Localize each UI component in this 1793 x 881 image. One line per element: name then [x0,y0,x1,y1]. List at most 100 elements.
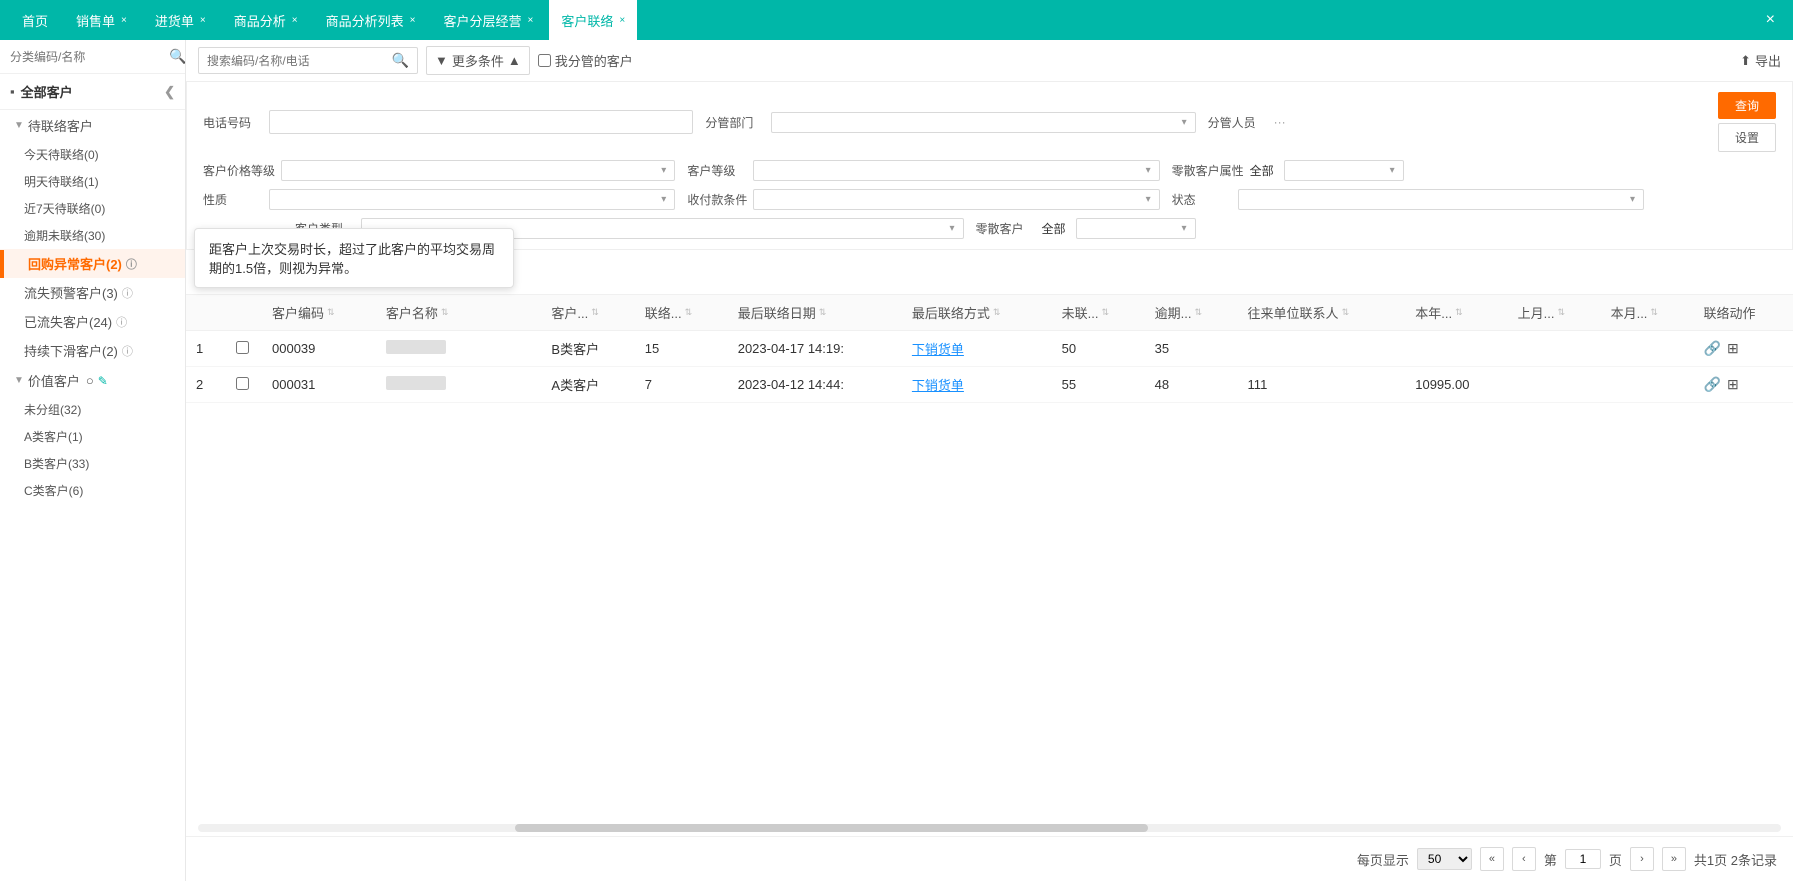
cell-checkbox-0[interactable] [226,331,262,367]
sidebar-all-customers[interactable]: ▪ 全部客户 ❮ [0,74,185,110]
nav-close-product-analysis-list[interactable]: × [410,15,416,26]
filter-retail-customer: 零散客户 全部 ▾ [976,218,1645,239]
filter-select-dept[interactable]: ▾ [771,112,1195,133]
nav-purchase[interactable]: 进货单 × [143,0,218,40]
cell-overdue-0: 35 [1145,331,1238,367]
nav-close-purchase[interactable]: × [200,15,206,26]
nav-close-product-analysis[interactable]: × [292,15,298,26]
sidebar-collapse-icon[interactable]: ❮ [164,84,175,100]
nav-product-analysis[interactable]: 商品分析 × [222,0,310,40]
sort-uncontacted[interactable]: ⇅ [1101,307,1109,318]
table-header-row: 客户编码 ⇅ 客户名称 ⇅ [186,295,1793,331]
sort-type[interactable]: ⇅ [591,307,599,318]
sort-last-month[interactable]: ⇅ [1557,307,1565,318]
setting-button[interactable]: 设置 [1718,123,1776,152]
chevron-up-icon: ▲ [508,53,521,68]
scrollbar-thumb[interactable] [515,824,1148,832]
filter-select-status[interactable]: ▾ [1238,189,1644,210]
filter-bar: 🔍 ▼ 更多条件 ▲ 我分管的客户 ⬆ 导出 [186,40,1793,82]
sidebar-item-class-b[interactable]: B类客户(33) [0,450,185,477]
search-input[interactable] [207,54,388,68]
my-customer-checkbox-container[interactable]: 我分管的客户 [538,51,633,70]
table-wrapper[interactable]: 客户编码 ⇅ 客户名称 ⇅ [186,295,1793,820]
action-icon-link-0[interactable]: 🔗 [1704,340,1721,357]
sidebar-search-icon[interactable]: 🔍 [169,48,186,65]
nav-customer-segment[interactable]: 客户分层经营 × [431,0,545,40]
nav-sales[interactable]: 销售单 × [64,0,139,40]
next-page-button[interactable]: › [1630,847,1654,871]
filter-select-customer-level[interactable]: ▾ [753,160,1159,181]
cell-last-method-0[interactable]: 下销货单 [902,331,1052,367]
cell-checkbox-1[interactable] [226,367,262,403]
filter-label-price-level: 客户价格等级 [203,162,275,179]
sidebar-search-bar: 🔍 [0,40,185,74]
action-icon-grid-1[interactable]: ⊞ [1727,376,1739,393]
page-size-select[interactable]: 50 10 20 100 [1417,848,1472,870]
first-page-button[interactable]: « [1480,847,1504,871]
cell-last-method-1[interactable]: 下销货单 [902,367,1052,403]
th-name: 客户名称 ⇅ [376,295,542,331]
sidebar-item-class-c[interactable]: C类客户(6) [0,477,185,504]
filter-select-retail-customer[interactable]: ▾ [1076,218,1196,239]
nav-close-sales[interactable]: × [121,15,127,26]
nav-close-all[interactable]: × [1758,11,1783,29]
sort-this-month[interactable]: ⇅ [1650,307,1658,318]
sort-this-year[interactable]: ⇅ [1455,307,1463,318]
cell-name-0 [376,331,542,367]
export-button[interactable]: ⬆ 导出 [1740,51,1781,70]
sidebar-item-abnormal-repurchase[interactable]: 回购异常客户(2) ⓘ [0,249,185,278]
filter-select-retail-attr[interactable]: ▾ [1284,160,1404,181]
filter-select-price-level[interactable]: ▾ [281,160,675,181]
sort-overdue[interactable]: ⇅ [1194,307,1202,318]
filter-select-payment[interactable]: ▾ [753,189,1159,210]
sidebar-item-declining[interactable]: 持续下滑客户(2) ⓘ [0,336,185,365]
nav-close-customer-segment[interactable]: × [527,15,533,26]
sort-code[interactable]: ⇅ [327,307,335,318]
filter-phone: 电话号码 [203,110,693,134]
chevron-down-icon-dept: ▾ [1182,117,1187,128]
sort-unit-contact[interactable]: ⇅ [1342,307,1350,318]
sidebar-item-today[interactable]: 今天待联络(0) [0,141,185,168]
sidebar-item-churn-warning[interactable]: 流失预警客户(3) ⓘ [0,278,185,307]
filter-nature: 性质 ▾ [203,189,675,210]
chevron-down-icon-payment: ▾ [1146,194,1151,205]
filter-input-phone[interactable] [269,110,693,134]
sidebar-group-pending[interactable]: ▼ 待联络客户 [0,110,185,141]
sidebar-item-churned[interactable]: 已流失客户(24) ⓘ [0,307,185,336]
export-icon: ⬆ [1740,53,1751,69]
chevron-down-icon-level: ▾ [1146,165,1151,176]
nav-close-customer-contact[interactable]: × [619,15,625,26]
nav-product-analysis-list[interactable]: 商品分析列表 × [314,0,428,40]
query-button[interactable]: 查询 [1718,92,1776,119]
sidebar-item-overdue[interactable]: 逾期未联络(30) [0,222,185,249]
th-code: 客户编码 ⇅ [262,295,376,331]
nav-customer-contact[interactable]: 客户联络 × [549,0,637,40]
filter-dots-manager[interactable]: ··· [1274,115,1286,129]
row-checkbox-1[interactable] [236,377,249,390]
nav-home[interactable]: 首页 [10,0,60,40]
sidebar-item-class-a[interactable]: A类客户(1) [0,423,185,450]
filter-label-phone: 电话号码 [203,114,263,131]
horizontal-scrollbar[interactable] [198,824,1781,832]
sidebar-item-unclassified[interactable]: 未分组(32) [0,396,185,423]
page-number-input[interactable] [1565,849,1601,869]
action-icon-link-1[interactable]: 🔗 [1704,376,1721,393]
search-box: 🔍 [198,47,418,74]
prev-page-button[interactable]: ‹ [1512,847,1536,871]
row-checkbox-0[interactable] [236,341,249,354]
sort-last-method[interactable]: ⇅ [993,307,1001,318]
sidebar-item-7days[interactable]: 近7天待联络(0) [0,195,185,222]
sort-name[interactable]: ⇅ [441,307,449,318]
action-icon-grid-0[interactable]: ⊞ [1727,340,1739,357]
edit-icon-value[interactable]: ✎ [98,374,108,388]
sidebar-item-tomorrow[interactable]: 明天待联络(1) [0,168,185,195]
sidebar-search-input[interactable] [10,50,165,64]
last-page-button[interactable]: » [1662,847,1686,871]
more-filter-button[interactable]: ▼ 更多条件 ▲ [426,46,530,75]
search-icon[interactable]: 🔍 [392,52,409,69]
filter-select-nature[interactable]: ▾ [269,189,675,210]
my-customer-checkbox[interactable] [538,54,551,67]
sort-last-date[interactable]: ⇅ [819,307,827,318]
sort-contact[interactable]: ⇅ [685,307,693,318]
chevron-down-icon-status: ▾ [1630,194,1635,205]
